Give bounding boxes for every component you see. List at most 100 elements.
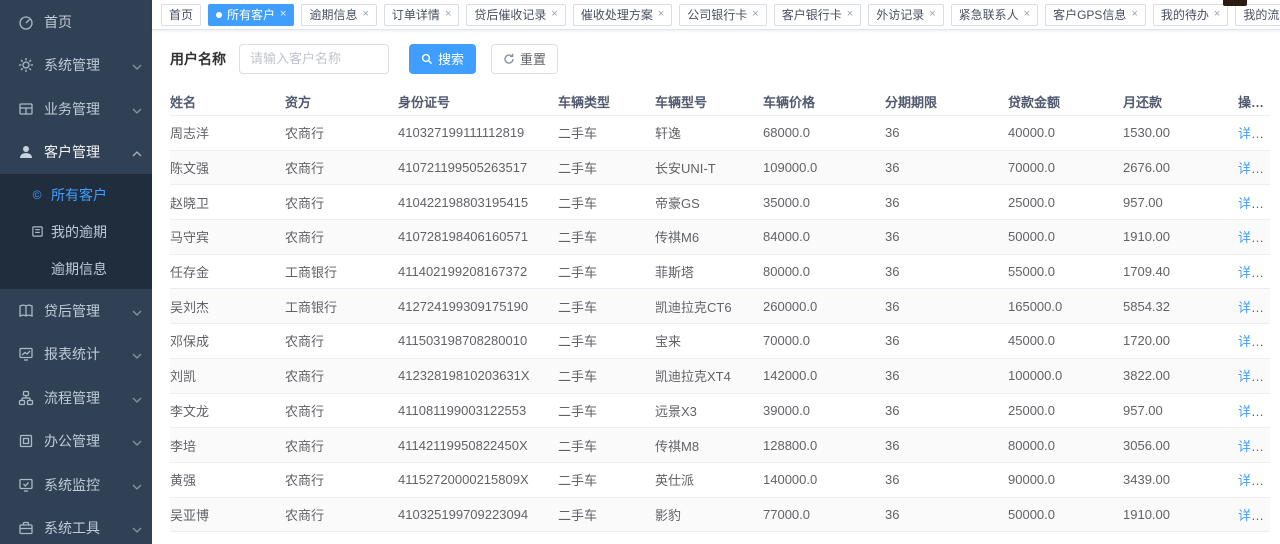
tab[interactable]: 我的待办 × — [1153, 4, 1228, 26]
table-cell: 36 — [885, 368, 1008, 383]
table-row: 黄强农商行41152720000215809X二手车英仕派140000.0369… — [170, 463, 1270, 498]
table-cell: 50000.0 — [1008, 229, 1123, 244]
close-icon[interactable]: × — [658, 9, 664, 20]
tab-label: 逾期信息 — [309, 6, 357, 23]
sidebar-item-reports[interactable]: 报表统计 — [0, 333, 152, 377]
tab-label: 公司银行卡 — [687, 6, 747, 23]
active-dot-icon — [216, 12, 222, 18]
detail-link[interactable]: 详情 — [1238, 230, 1264, 245]
detail-link[interactable]: 详情 — [1238, 473, 1264, 488]
sidebar-item-all-customers[interactable]: © 所有客户 — [0, 176, 152, 213]
detail-link[interactable]: 详情 — [1238, 161, 1264, 176]
detail-link[interactable]: 详情 — [1238, 126, 1264, 141]
close-icon[interactable]: × — [362, 9, 368, 20]
detail-link[interactable]: 详情 — [1238, 404, 1264, 419]
detail-link[interactable]: 详情 — [1238, 508, 1264, 523]
sidebar-item-label: 流程管理 — [44, 388, 132, 408]
close-icon[interactable]: × — [847, 9, 853, 20]
detail-link[interactable]: 详情 — [1238, 196, 1264, 211]
table-cell: 农商行 — [285, 331, 398, 350]
table-cell: 140000.0 — [763, 472, 885, 487]
table-cell: 1720.00 — [1123, 333, 1238, 348]
close-icon[interactable]: × — [1024, 9, 1030, 20]
detail-link[interactable]: 详情 — [1238, 300, 1264, 315]
sidebar-item-monitor[interactable]: 系统监控 — [0, 463, 152, 507]
tab[interactable]: 首页 — [161, 4, 201, 26]
close-icon[interactable]: × — [551, 9, 557, 20]
table-cell: 84000.0 — [763, 229, 885, 244]
detail-link[interactable]: 详情 — [1238, 265, 1264, 280]
chevron-down-icon — [132, 433, 142, 449]
table-cell: 260000.0 — [763, 299, 885, 314]
table-cell-action: 详情 — [1238, 436, 1270, 455]
table-cell: 英仕派 — [655, 470, 763, 489]
sidebar-item-label: 客户管理 — [44, 142, 132, 162]
sidebar-item-postloan[interactable]: 贷后管理 — [0, 289, 152, 333]
tab[interactable]: 贷后催收记录 × — [466, 4, 565, 26]
customer-name-input[interactable] — [239, 44, 389, 74]
close-icon[interactable]: × — [280, 9, 286, 20]
sidebar-item-office[interactable]: 办公管理 — [0, 420, 152, 464]
tab[interactable]: 我的流程 × — [1235, 4, 1280, 26]
table-cell: 赵晓卫 — [170, 193, 285, 212]
table-cell: 菲斯塔 — [655, 262, 763, 281]
sidebar-item-my-overdue[interactable]: 我的逾期 — [0, 213, 152, 250]
sidebar-item-home[interactable]: 首页 — [0, 0, 152, 44]
tab[interactable]: 公司银行卡 × — [679, 4, 766, 26]
table-cell: 410327199111112819 — [398, 125, 558, 140]
table-cell: 80000.0 — [1008, 438, 1123, 453]
sidebar-item-customers[interactable]: 客户管理 — [0, 131, 152, 175]
table-cell: 5854.32 — [1123, 299, 1238, 314]
table-cell: 957.00 — [1123, 195, 1238, 210]
table-cell: 农商行 — [285, 193, 398, 212]
table-cell-action: 详情 — [1238, 227, 1270, 246]
close-icon[interactable]: × — [929, 9, 935, 20]
table-cell-action: 详情 — [1238, 193, 1270, 212]
close-icon[interactable]: × — [445, 9, 451, 20]
tab[interactable]: 催收处理方案 × — [573, 4, 672, 26]
table-cell: 吴刘杰 — [170, 297, 285, 316]
table-cell: 41142119950822450X — [398, 438, 558, 453]
sidebar-item-overdue-info[interactable]: 逾期信息 — [0, 250, 152, 287]
close-icon[interactable]: × — [1214, 9, 1220, 20]
table-cell: 二手车 — [558, 227, 655, 246]
tab[interactable]: 订单详情 × — [384, 4, 459, 26]
table-cell: 二手车 — [558, 331, 655, 350]
table-cell: 80000.0 — [763, 264, 885, 279]
detail-link[interactable]: 详情 — [1238, 334, 1264, 349]
sidebar-item-process[interactable]: 流程管理 — [0, 376, 152, 420]
table-cell: 36 — [885, 195, 1008, 210]
table-cell-action: 详情 — [1238, 470, 1270, 489]
tab[interactable]: 客户GPS信息 × — [1045, 4, 1146, 26]
table-cell: 36 — [885, 472, 1008, 487]
tab[interactable]: 所有客户 × — [208, 4, 294, 26]
table-cell: 36 — [885, 403, 1008, 418]
table-row: 李文龙农商行411081199003122553二手车远景X339000.036… — [170, 394, 1270, 429]
tab[interactable]: 逾期信息 × — [301, 4, 376, 26]
reset-button[interactable]: 重置 — [491, 44, 558, 74]
detail-link[interactable]: 详情 — [1238, 439, 1264, 454]
sidebar-item-tools[interactable]: 系统工具 — [0, 507, 152, 544]
close-icon[interactable]: × — [1131, 9, 1137, 20]
sidebar-item-system[interactable]: 系统管理 — [0, 44, 152, 88]
sidebar-submenu-customers: © 所有客户 我的逾期 逾期信息 — [0, 174, 152, 289]
table-row: 吴亚博农商行410325199709223094二手车影豹77000.03650… — [170, 498, 1270, 533]
sidebar-subitem-label: 所有客户 — [51, 185, 107, 205]
close-icon[interactable]: × — [752, 9, 758, 20]
table-cell: 马守宾 — [170, 227, 285, 246]
tab[interactable]: 外访记录 × — [868, 4, 943, 26]
avatar[interactable] — [1223, 0, 1247, 6]
table-cell: 410325199709223094 — [398, 507, 558, 522]
table-cell: 45000.0 — [1008, 333, 1123, 348]
detail-link[interactable]: 详情 — [1238, 369, 1264, 384]
search-button[interactable]: 搜索 — [409, 44, 476, 74]
tab[interactable]: 紧急联系人 × — [951, 4, 1038, 26]
table-cell-action: 详情 — [1238, 505, 1270, 524]
sidebar-item-business[interactable]: 业务管理 — [0, 87, 152, 131]
table-cell: 吴亚博 — [170, 505, 285, 524]
table-cell: 35000.0 — [763, 195, 885, 210]
table-header-cell: 身份证号 — [398, 92, 558, 111]
table-cell: 77000.0 — [763, 507, 885, 522]
tab[interactable]: 客户银行卡 × — [774, 4, 861, 26]
tab-bar: 首页 所有客户 × 逾期信息 × 订单详情 × 贷后催收记录 × 催收处理方案 … — [152, 0, 1280, 30]
